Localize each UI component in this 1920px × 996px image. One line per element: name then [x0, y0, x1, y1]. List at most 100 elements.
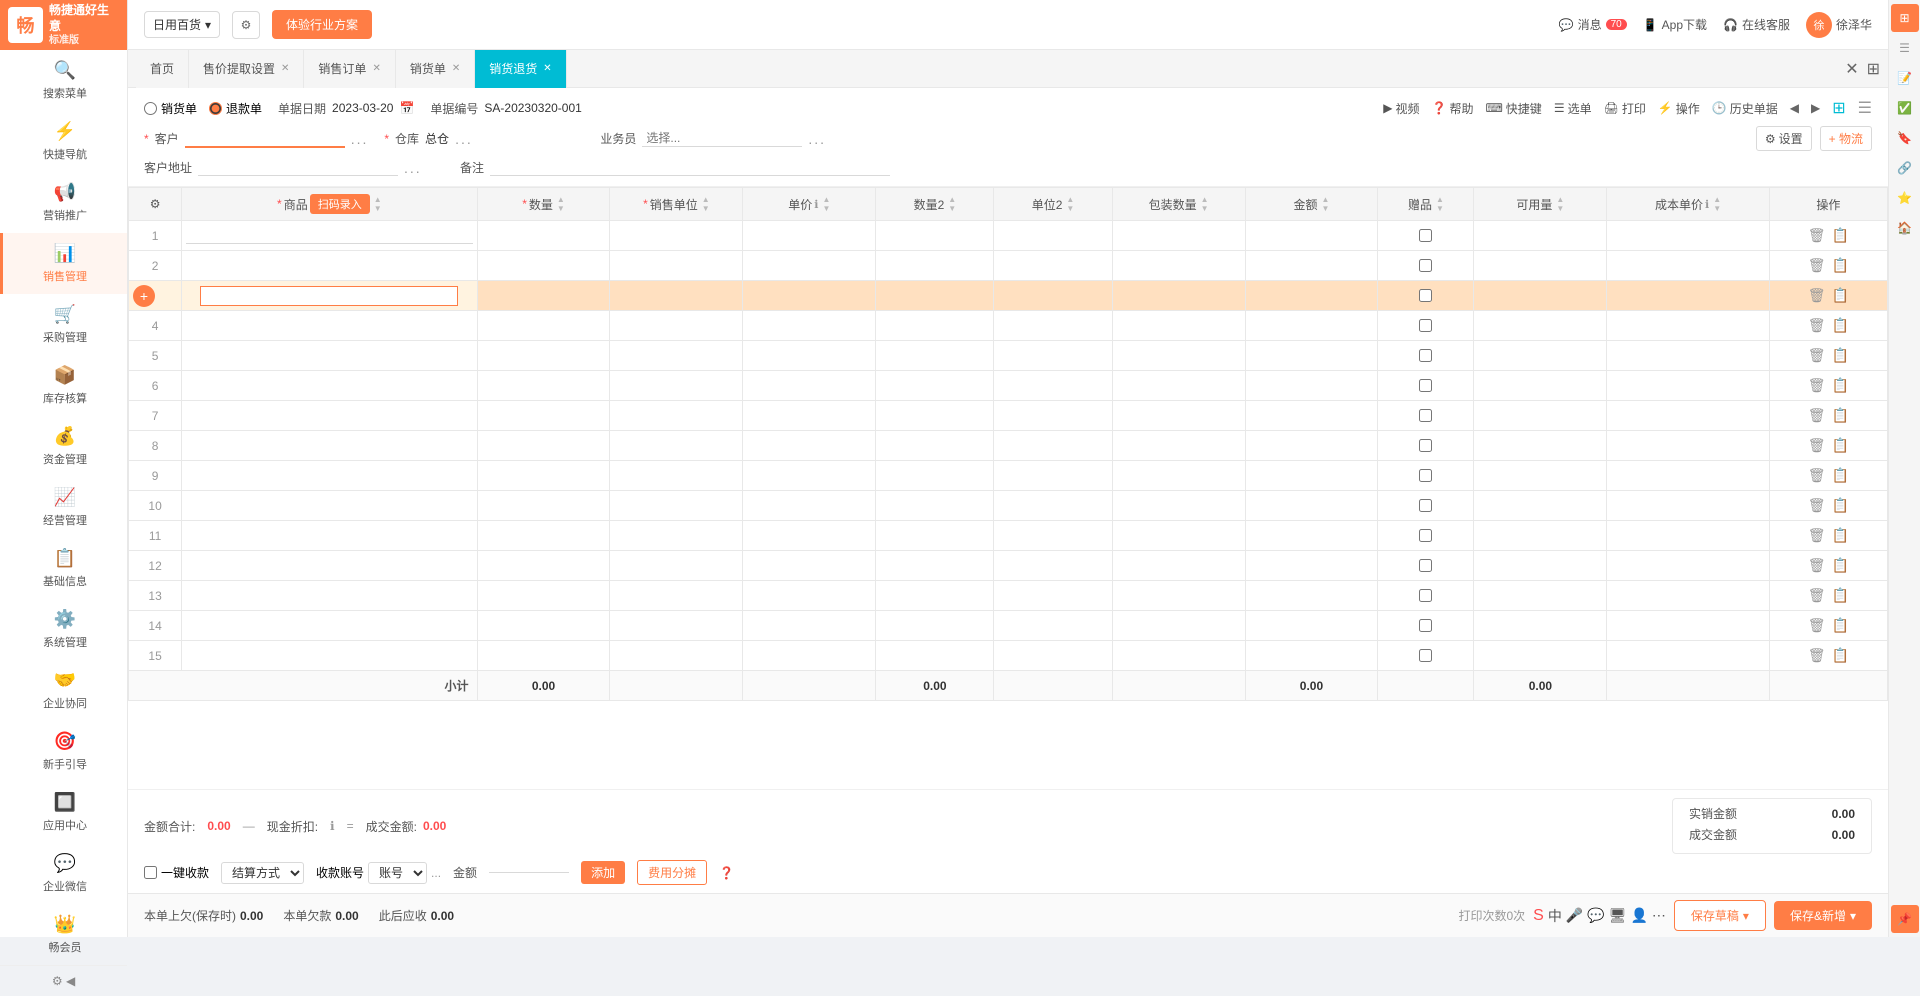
tab-sales-delivery[interactable]: 销货单 ✕	[396, 50, 475, 88]
delete-row-3-btn[interactable]: 🗑	[1808, 287, 1826, 304]
sidebar-item-basics[interactable]: 📋 基础信息	[0, 538, 127, 599]
help-btn[interactable]: ❓ 帮助	[1432, 100, 1474, 117]
dropdown-arrow[interactable]: ▾	[1743, 909, 1749, 923]
customer-input[interactable]	[185, 130, 345, 148]
gift-check-14[interactable]	[1419, 619, 1432, 632]
copy-row-14-btn[interactable]: 📋	[1832, 617, 1849, 634]
tab-sales-order-close[interactable]: ✕	[372, 63, 380, 74]
rs-checklist-btn[interactable]: ✅	[1891, 94, 1919, 122]
expense-split-btn[interactable]: 费用分摊	[637, 860, 707, 885]
amount-cell-2[interactable]	[1245, 251, 1378, 281]
amount-sort[interactable]: ▲▼	[1322, 195, 1330, 213]
settlement-select[interactable]: 结算方式	[221, 862, 304, 884]
tab-home[interactable]: 首页	[136, 50, 189, 88]
maximize-tab-btn[interactable]: ⊞	[1867, 59, 1880, 79]
nav-next-btn[interactable]: ▶	[1811, 101, 1820, 115]
nav-dropdown[interactable]: 日用百货 ▾	[144, 11, 220, 38]
delete-row-13-btn[interactable]: 🗑	[1808, 587, 1826, 604]
cost-cell-1[interactable]	[1607, 221, 1769, 251]
delete-row-15-btn[interactable]: 🗑	[1808, 647, 1826, 664]
sidebar-item-cooperation[interactable]: 🤝 企业协同	[0, 660, 127, 721]
save-draft-btn[interactable]: 保存草稿 ▾	[1674, 900, 1766, 931]
price-cell-3[interactable]	[743, 281, 876, 311]
delete-row-10-btn[interactable]: 🗑	[1808, 497, 1826, 514]
settings-button[interactable]: ⚙	[232, 11, 260, 39]
sidebar-collapse-btn[interactable]: ⚙ ◀	[0, 965, 127, 996]
tab-sales-delivery-close[interactable]: ✕	[452, 63, 460, 74]
unit-sort[interactable]: ▲▼	[702, 195, 710, 213]
dropdown-arrow-2[interactable]: ▾	[1850, 909, 1856, 923]
rs-list-view-btn[interactable]: ☰	[1891, 34, 1919, 62]
qty2-sort[interactable]: ▲▼	[948, 195, 956, 213]
qty2-cell-3[interactable]	[876, 281, 994, 311]
account-dots[interactable]: ...	[431, 866, 441, 880]
nav-prev-btn[interactable]: ◀	[1790, 101, 1799, 115]
gift-check-11[interactable]	[1419, 529, 1432, 542]
copy-row-1-btn[interactable]: 📋	[1832, 227, 1849, 244]
gift-cell-1[interactable]	[1378, 221, 1474, 251]
rs-home-btn[interactable]: 🏠	[1891, 214, 1919, 242]
gift-check-10[interactable]	[1419, 499, 1432, 512]
copy-row-9-btn[interactable]: 📋	[1832, 467, 1849, 484]
sidebar-item-purchase[interactable]: 🛒 采购管理	[0, 294, 127, 355]
qty2-cell-2[interactable]	[876, 251, 994, 281]
delete-row-5-btn[interactable]: 🗑	[1808, 347, 1826, 364]
operation-btn[interactable]: ⚡ 操作	[1658, 100, 1700, 117]
product-cell-1[interactable]	[182, 221, 477, 251]
sidebar-item-wechat[interactable]: 💬 企业微信	[0, 843, 127, 904]
product-input-1[interactable]	[186, 227, 472, 244]
gift-sort[interactable]: ▲▼	[1436, 195, 1444, 213]
discount-info-icon[interactable]: ℹ	[330, 819, 335, 833]
gift-check-7[interactable]	[1419, 409, 1432, 422]
tab-sales-return[interactable]: 销货退货 ✕	[475, 50, 566, 88]
rs-table-view-btn[interactable]: ⊞	[1891, 4, 1919, 32]
avail-sort[interactable]: ▲▼	[1556, 195, 1564, 213]
gift-check-12[interactable]	[1419, 559, 1432, 572]
add-row-btn-cell[interactable]: +	[129, 281, 182, 311]
radio-return[interactable]: 退款单	[209, 100, 262, 117]
copy-row-10-btn[interactable]: 📋	[1832, 497, 1849, 514]
delete-row-12-btn[interactable]: 🗑	[1808, 557, 1826, 574]
address-dots[interactable]: ...	[404, 160, 422, 176]
sidebar-item-finance[interactable]: 💰 资金管理	[0, 416, 127, 477]
one-click-payment-input[interactable]	[144, 866, 157, 879]
delete-row-4-btn[interactable]: 🗑	[1808, 317, 1826, 334]
avail-cell-1[interactable]	[1474, 221, 1607, 251]
app-download-btn[interactable]: 📱 App下载	[1643, 16, 1707, 33]
unit2-cell-2[interactable]	[994, 251, 1112, 281]
copy-row-2-btn[interactable]: 📋	[1832, 257, 1849, 274]
sidebar-item-inventory[interactable]: 📦 库存核算	[0, 355, 127, 416]
expense-help-icon[interactable]: ❓	[719, 866, 734, 880]
gift-check-1[interactable]	[1419, 229, 1432, 242]
salesperson-input[interactable]	[642, 130, 802, 147]
avail-cell-2[interactable]	[1474, 251, 1607, 281]
salesperson-dots[interactable]: ...	[808, 131, 826, 147]
close-all-tabs-btn[interactable]: ✕	[1845, 59, 1858, 79]
product-cell-3[interactable]	[182, 281, 477, 311]
delete-row-7-btn[interactable]: 🗑	[1808, 407, 1826, 424]
copy-row-15-btn[interactable]: 📋	[1832, 647, 1849, 664]
rs-link-btn[interactable]: 🔗	[1891, 154, 1919, 182]
sidebar-item-guide[interactable]: 🎯 新手引导	[0, 721, 127, 782]
product-sort[interactable]: ▲▼	[374, 195, 382, 213]
mic-icon[interactable]: 🎤	[1566, 907, 1583, 924]
gift-check-3[interactable]	[1419, 289, 1432, 302]
delete-row-9-btn[interactable]: 🗑	[1808, 467, 1826, 484]
gift-cell-2[interactable]	[1378, 251, 1474, 281]
gift-check-6[interactable]	[1419, 379, 1432, 392]
video-btn[interactable]: ▶ 视频	[1383, 100, 1419, 117]
user-profile-btn[interactable]: 徐 徐泽华	[1806, 12, 1872, 38]
add-row-btn[interactable]: +	[133, 285, 155, 307]
pack-sort[interactable]: ▲▼	[1201, 195, 1209, 213]
copy-row-7-btn[interactable]: 📋	[1832, 407, 1849, 424]
person-icon[interactable]: 👤	[1630, 907, 1647, 924]
price-cell-2[interactable]	[743, 251, 876, 281]
sidebar-item-marketing[interactable]: 📢 营销推广	[0, 172, 127, 233]
copy-row-6-btn[interactable]: 📋	[1832, 377, 1849, 394]
gift-check-2[interactable]	[1419, 259, 1432, 272]
copy-row-5-btn[interactable]: 📋	[1832, 347, 1849, 364]
account-select[interactable]: 账号	[368, 862, 427, 884]
rs-note-btn[interactable]: 📝	[1891, 64, 1919, 92]
sidebar-item-system[interactable]: ⚙️ 系统管理	[0, 599, 127, 660]
delete-row-6-btn[interactable]: 🗑	[1808, 377, 1826, 394]
